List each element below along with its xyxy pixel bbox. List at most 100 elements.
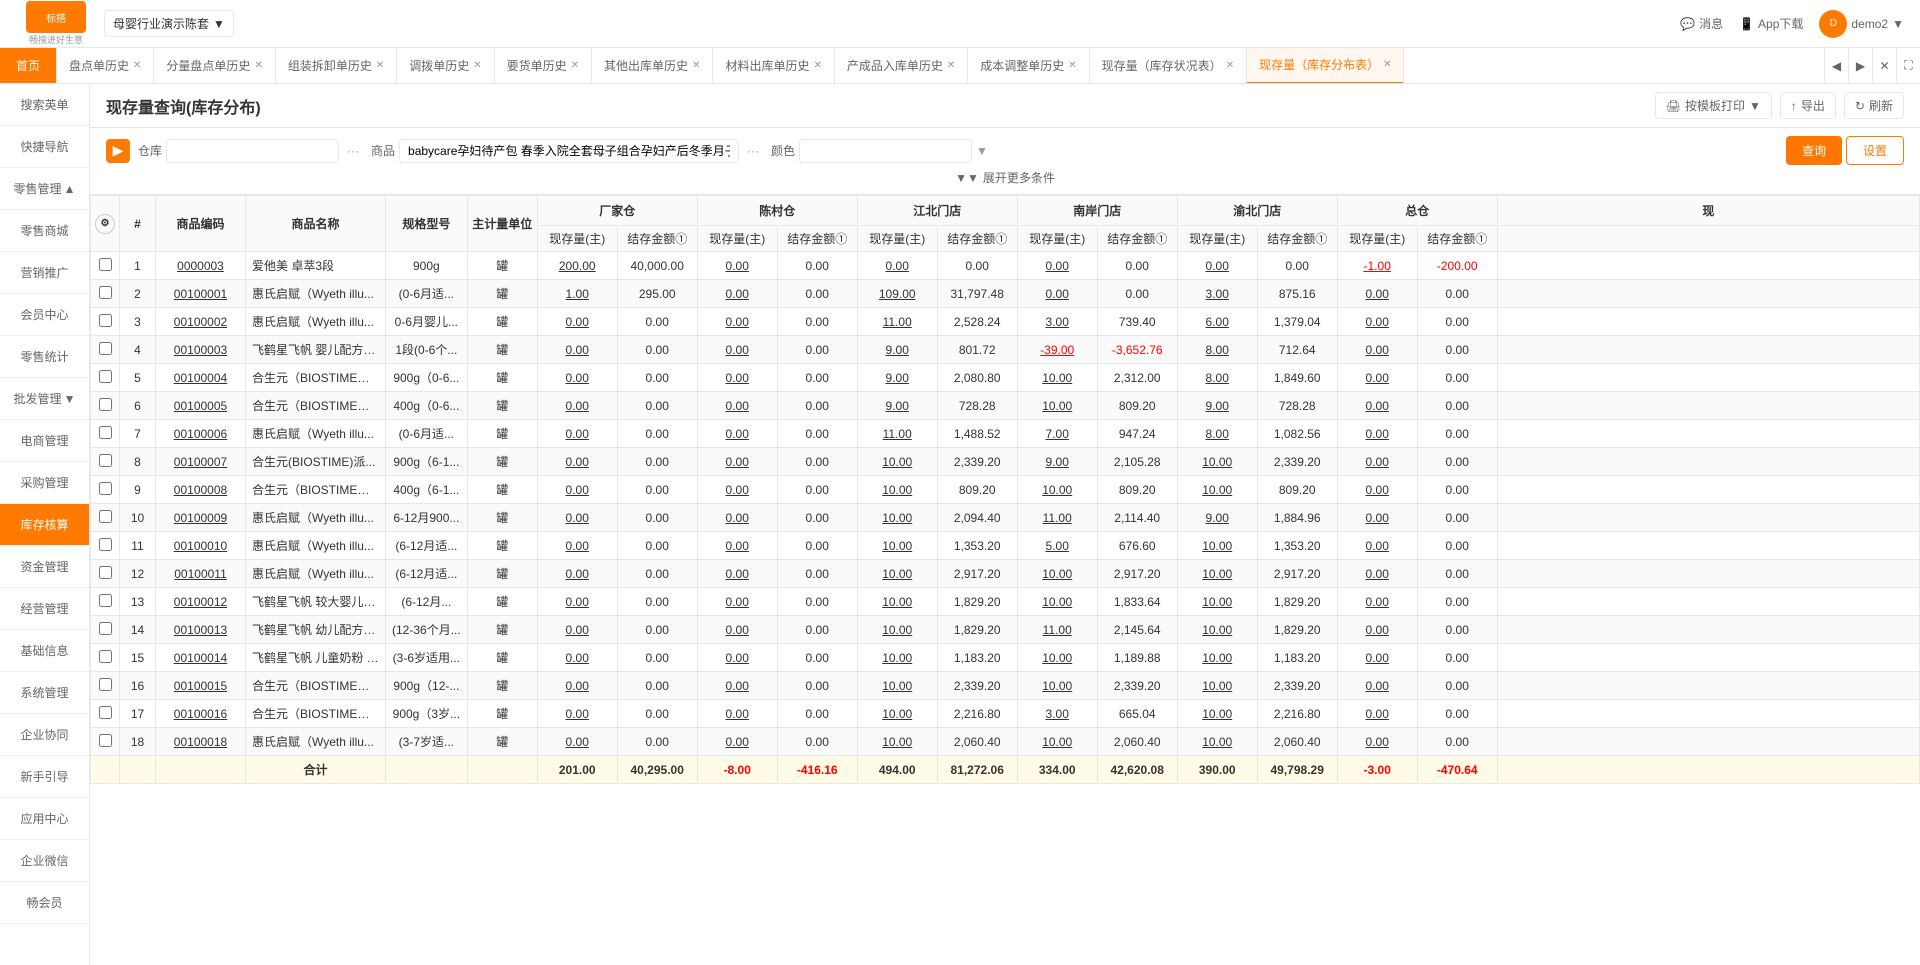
sidebar-item-purchase[interactable]: 采购管理 xyxy=(0,462,89,504)
td-na-qty[interactable]: 10.00 xyxy=(1017,728,1097,756)
td-fc-qty[interactable]: 0.00 xyxy=(537,672,617,700)
td-yb-qty[interactable]: 10.00 xyxy=(1177,672,1257,700)
sidebar-item-nav[interactable]: 快捷导航 xyxy=(0,126,89,168)
td-cc-qty[interactable]: 0.00 xyxy=(697,364,777,392)
td-jb-qty[interactable]: 10.00 xyxy=(857,644,937,672)
row-checkbox[interactable] xyxy=(99,706,112,719)
td-cc-qty[interactable]: 0.00 xyxy=(697,308,777,336)
td-yb-qty[interactable]: 0.00 xyxy=(1177,252,1257,280)
td-jb-qty[interactable]: 10.00 xyxy=(857,672,937,700)
td-na-qty[interactable]: 11.00 xyxy=(1017,504,1097,532)
td-check[interactable] xyxy=(91,644,120,672)
td-zc-qty[interactable]: 0.00 xyxy=(1337,476,1417,504)
sidebar-item-guide[interactable]: 新手引导 xyxy=(0,756,89,798)
setting-btn[interactable]: 设置 xyxy=(1846,136,1904,165)
td-fc-qty[interactable]: 0.00 xyxy=(537,308,617,336)
td-fc-qty[interactable]: 0.00 xyxy=(537,392,617,420)
collapse-filter-btn[interactable]: ▶ xyxy=(106,139,130,163)
td-zc-qty[interactable]: 0.00 xyxy=(1337,308,1417,336)
td-check[interactable] xyxy=(91,308,120,336)
td-zc-qty[interactable]: 0.00 xyxy=(1337,728,1417,756)
tab-9[interactable]: 成本调整单历史 ✕ xyxy=(968,48,1089,84)
td-na-qty[interactable]: 10.00 xyxy=(1017,392,1097,420)
td-fc-qty[interactable]: 1.00 xyxy=(537,280,617,308)
tab-close-5[interactable]: ✕ xyxy=(571,60,579,71)
td-na-qty[interactable]: -39.00 xyxy=(1017,336,1097,364)
tab-close-1[interactable]: ✕ xyxy=(133,60,141,71)
sidebar-item-member[interactable]: 会员中心 xyxy=(0,294,89,336)
td-fc-qty[interactable]: 0.00 xyxy=(537,728,617,756)
td-check[interactable] xyxy=(91,364,120,392)
td-fc-qty[interactable]: 0.00 xyxy=(537,616,617,644)
td-zc-qty[interactable]: 0.00 xyxy=(1337,280,1417,308)
sidebar-item-retail-stat[interactable]: 零售统计 xyxy=(0,336,89,378)
td-cc-qty[interactable]: 0.00 xyxy=(697,336,777,364)
td-yb-qty[interactable]: 8.00 xyxy=(1177,336,1257,364)
td-fc-qty[interactable]: 0.00 xyxy=(537,420,617,448)
th-settings[interactable]: ⚙ xyxy=(91,196,120,252)
tab-2[interactable]: 分量盘点单历史 ✕ xyxy=(154,48,275,84)
row-checkbox[interactable] xyxy=(99,622,112,635)
td-check[interactable] xyxy=(91,252,120,280)
td-na-qty[interactable]: 10.00 xyxy=(1017,364,1097,392)
td-fc-qty[interactable]: 0.00 xyxy=(537,448,617,476)
tab-close-8[interactable]: ✕ xyxy=(947,60,955,71)
td-yb-qty[interactable]: 3.00 xyxy=(1177,280,1257,308)
td-check[interactable] xyxy=(91,392,120,420)
td-cc-qty[interactable]: 0.00 xyxy=(697,504,777,532)
td-check[interactable] xyxy=(91,616,120,644)
tab-home[interactable]: 首页 xyxy=(0,48,57,84)
row-checkbox[interactable] xyxy=(99,734,112,747)
td-jb-qty[interactable]: 11.00 xyxy=(857,420,937,448)
tab-11[interactable]: 现存量（库存分布表） ✕ xyxy=(1247,48,1404,84)
message-btn[interactable]: 💬 消息 xyxy=(1680,15,1723,32)
user-menu[interactable]: D demo2 ▼ xyxy=(1819,10,1904,38)
td-cc-qty[interactable]: 0.00 xyxy=(697,588,777,616)
sidebar-item-basic[interactable]: 基础信息 xyxy=(0,630,89,672)
row-checkbox[interactable] xyxy=(99,286,112,299)
td-check[interactable] xyxy=(91,700,120,728)
sidebar-item-wechat[interactable]: 企业微信 xyxy=(0,840,89,882)
td-fc-qty[interactable]: 0.00 xyxy=(537,532,617,560)
td-zc-qty[interactable]: 0.00 xyxy=(1337,644,1417,672)
td-na-qty[interactable]: 10.00 xyxy=(1017,672,1097,700)
sidebar-item-retail-mall[interactable]: 零售商城 xyxy=(0,210,89,252)
warehouse-input[interactable] xyxy=(166,139,339,163)
td-cc-qty[interactable]: 0.00 xyxy=(697,448,777,476)
td-check[interactable] xyxy=(91,672,120,700)
row-checkbox[interactable] xyxy=(99,454,112,467)
tab-7[interactable]: 材料出库单历史 ✕ xyxy=(713,48,834,84)
tab-next-btn[interactable]: ▶ xyxy=(1848,48,1872,84)
td-cc-qty[interactable]: 0.00 xyxy=(697,644,777,672)
td-yb-qty[interactable]: 8.00 xyxy=(1177,420,1257,448)
row-checkbox[interactable] xyxy=(99,594,112,607)
td-zc-qty[interactable]: 0.00 xyxy=(1337,672,1417,700)
row-checkbox[interactable] xyxy=(99,398,112,411)
td-zc-qty[interactable]: 0.00 xyxy=(1337,532,1417,560)
td-check[interactable] xyxy=(91,532,120,560)
td-zc-qty[interactable]: 0.00 xyxy=(1337,504,1417,532)
td-zc-qty[interactable]: 0.00 xyxy=(1337,448,1417,476)
td-yb-qty[interactable]: 10.00 xyxy=(1177,588,1257,616)
tab-close-7[interactable]: ✕ xyxy=(813,60,821,71)
row-checkbox[interactable] xyxy=(99,314,112,327)
td-check[interactable] xyxy=(91,448,120,476)
td-fc-qty[interactable]: 0.00 xyxy=(537,336,617,364)
tab-close-9[interactable]: ✕ xyxy=(1068,60,1076,71)
td-zc-qty[interactable]: 0.00 xyxy=(1337,560,1417,588)
td-fc-qty[interactable]: 0.00 xyxy=(537,700,617,728)
td-na-qty[interactable]: 10.00 xyxy=(1017,588,1097,616)
td-zc-qty[interactable]: 0.00 xyxy=(1337,588,1417,616)
td-jb-qty[interactable]: 10.00 xyxy=(857,700,937,728)
td-jb-qty[interactable]: 10.00 xyxy=(857,532,937,560)
td-cc-qty[interactable]: 0.00 xyxy=(697,280,777,308)
td-na-qty[interactable]: 3.00 xyxy=(1017,700,1097,728)
td-cc-qty[interactable]: 0.00 xyxy=(697,700,777,728)
td-check[interactable] xyxy=(91,280,120,308)
td-cc-qty[interactable]: 0.00 xyxy=(697,476,777,504)
tab-expand-btn[interactable]: ⛶ xyxy=(1896,48,1920,84)
td-jb-qty[interactable]: 9.00 xyxy=(857,364,937,392)
td-cc-qty[interactable]: 0.00 xyxy=(697,560,777,588)
td-jb-qty[interactable]: 11.00 xyxy=(857,308,937,336)
td-yb-qty[interactable]: 10.00 xyxy=(1177,644,1257,672)
